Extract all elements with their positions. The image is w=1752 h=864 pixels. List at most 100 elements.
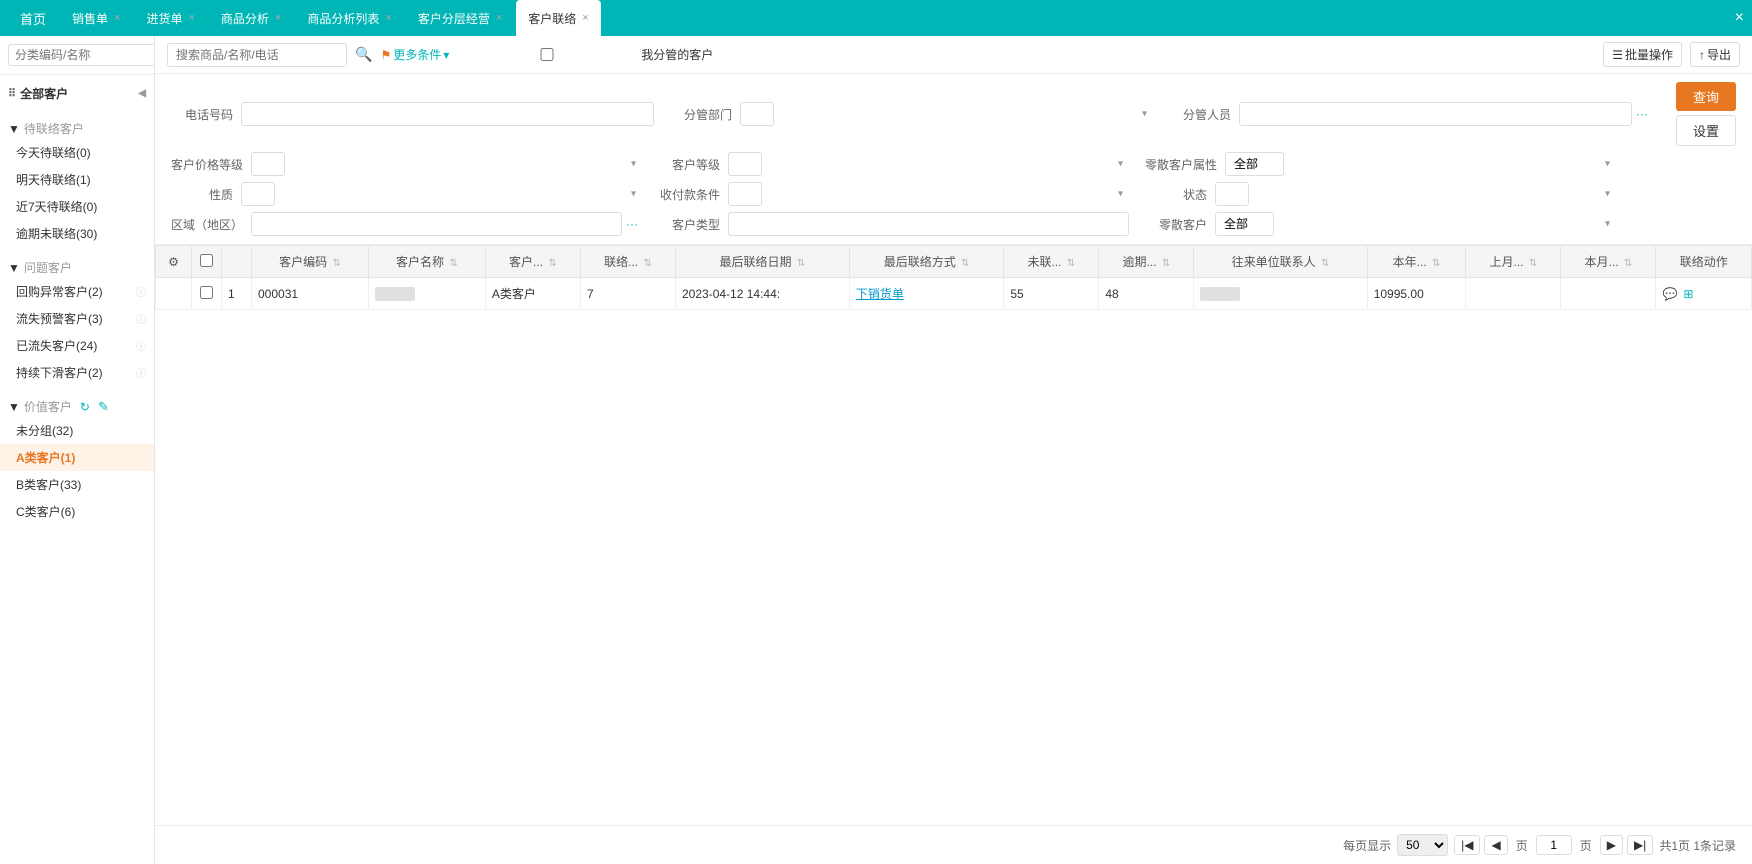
close-customer-layering-tab[interactable]: × [496, 12, 502, 24]
row-checkbox-cell[interactable] [192, 278, 222, 310]
region-input[interactable] [251, 212, 622, 236]
nav-purchase[interactable]: 进货单 × [134, 0, 206, 36]
col-last-method[interactable]: 最后联络方式 ⇅ [849, 246, 1004, 278]
last-method-link[interactable]: 下销货单 [856, 287, 904, 301]
row-last-method[interactable]: 下销货单 [849, 278, 1004, 310]
export-button[interactable]: ↑ 导出 [1690, 42, 1740, 67]
customer-type-input[interactable] [728, 212, 1129, 236]
nav-product-analysis[interactable]: 商品分析 × [209, 0, 293, 36]
my-customer-checkbox-label[interactable]: 我分管的客户 [457, 46, 713, 63]
contact-person-blurred: RE . [1200, 287, 1240, 301]
query-button[interactable]: 查询 [1676, 82, 1736, 111]
col-year-amount[interactable]: 本年... ⇅ [1367, 246, 1466, 278]
close-customer-contact-tab[interactable]: × [582, 12, 588, 24]
my-customer-checkbox[interactable] [457, 48, 637, 61]
first-page-button[interactable]: |◀ [1454, 835, 1480, 855]
sidebar-item-today-pending[interactable]: 今天待联络(0) [0, 139, 154, 166]
col-checkbox[interactable] [192, 246, 222, 278]
customer-level-select[interactable] [728, 152, 762, 176]
select-all-checkbox[interactable] [200, 254, 213, 267]
col-customer-name[interactable]: 客户名称 ⇅ [368, 246, 485, 278]
sidebar-item-tomorrow-pending[interactable]: 明天待联络(1) [0, 166, 154, 193]
manager-ellipsis[interactable]: ··· [1632, 107, 1652, 121]
phone-input[interactable] [241, 102, 654, 126]
batch-op-button[interactable]: ☰ 批量操作 [1603, 42, 1682, 67]
info-icon-3: ⓘ [136, 365, 146, 380]
row-checkbox[interactable] [200, 286, 213, 299]
edit-value-group[interactable]: ✎ [98, 399, 109, 415]
region-ellipsis[interactable]: ··· [622, 217, 642, 231]
col-overdue[interactable]: 逾期... ⇅ [1099, 246, 1194, 278]
chat-icon[interactable]: 💬 [1662, 287, 1677, 301]
sidebar-item-a-class[interactable]: A类客户(1) [0, 444, 154, 471]
close-all-tabs[interactable]: × [1735, 9, 1744, 27]
sidebar-item-churn-warning[interactable]: 流失预警客户(3) ⓘ [0, 305, 154, 332]
problem-group-title[interactable]: ▼ 问题客户 [0, 255, 154, 278]
grid-action-icon[interactable]: ⊞ [1683, 287, 1693, 301]
customer-level-label: 客户等级 [658, 156, 728, 173]
sort-icon-last-date: ⇅ [797, 258, 805, 269]
price-level-cell: 客户价格等级 [171, 152, 642, 176]
per-page-select[interactable]: 50 100 200 [1397, 834, 1448, 856]
col-last-date[interactable]: 最后联络日期 ⇅ [676, 246, 850, 278]
more-conditions-button[interactable]: ⚑ 更多条件 ▾ [380, 46, 449, 63]
nature-select[interactable] [241, 182, 275, 206]
sidebar-item-b-class[interactable]: B类客户(33) [0, 471, 154, 498]
page-number-input[interactable] [1536, 835, 1572, 855]
row-code: 000031 [252, 278, 369, 310]
page-navigation: |◀ ◀ 页 页 ▶ ▶| [1454, 835, 1653, 855]
col-contact-count[interactable]: 联络... ⇅ [580, 246, 675, 278]
col-this-month[interactable]: 本月... ⇅ [1561, 246, 1656, 278]
col-contact-person[interactable]: 往来单位联系人 ⇅ [1194, 246, 1367, 278]
sort-icon-last-month: ⇅ [1529, 258, 1537, 269]
nav-product-analysis-list[interactable]: 商品分析列表 × [295, 0, 403, 36]
search-input[interactable] [167, 43, 347, 67]
setting-button[interactable]: 设置 [1676, 115, 1736, 146]
dept-select[interactable] [740, 102, 774, 126]
sidebar-all-customers-title[interactable]: ⠿ 全部客户 ◀ [0, 79, 154, 108]
refresh-value-group[interactable]: ↻ [80, 400, 90, 414]
sort-icon-code: ⇅ [332, 258, 340, 269]
next-page-button[interactable]: ▶ [1600, 835, 1623, 855]
manager-input[interactable] [1239, 102, 1632, 126]
sidebar-item-c-class[interactable]: C类客户(6) [0, 498, 154, 525]
row-overdue: 48 [1099, 278, 1194, 310]
nav-sales[interactable]: 销售单 × [60, 0, 132, 36]
nav-customer-contact[interactable]: 客户联络 × [516, 0, 600, 36]
close-sales-tab[interactable]: × [114, 12, 120, 24]
payment-label: 收付款条件 [658, 186, 728, 203]
sidebar-item-churned[interactable]: 已流失客户(24) ⓘ [0, 332, 154, 359]
col-level[interactable]: 客户... ⇅ [485, 246, 580, 278]
prev-page-button[interactable]: ◀ [1484, 835, 1507, 855]
value-group-title[interactable]: ▼ 价值客户 ↻ ✎ [0, 394, 154, 417]
sidebar-item-declining[interactable]: 持续下滑客户(2) ⓘ [0, 359, 154, 386]
table-wrapper: ⚙ 客户编码 ⇅ 客户名称 ⇅ [155, 245, 1752, 825]
pending-group-title[interactable]: ▼ 待联络客户 [0, 116, 154, 139]
col-not-contact[interactable]: 未联... ⇅ [1004, 246, 1099, 278]
nav-home[interactable]: 首页 [8, 0, 58, 36]
close-product-analysis-list-tab[interactable]: × [385, 12, 391, 24]
sidebar-item-ungrouped[interactable]: 未分组(32) [0, 417, 154, 444]
close-purchase-tab[interactable]: × [188, 12, 194, 24]
retail-customer-select[interactable]: 全部 [1215, 212, 1274, 236]
nav-customer-layering[interactable]: 客户分层经营 × [406, 0, 514, 36]
retail-attr-select[interactable]: 全部 [1225, 152, 1284, 176]
export-icon: ↑ [1699, 48, 1705, 62]
row-contact-count: 7 [580, 278, 675, 310]
sidebar-search-input[interactable] [8, 44, 155, 66]
col-settings[interactable]: ⚙ [156, 246, 192, 278]
manager-label: 分管人员 [1169, 106, 1239, 123]
sidebar-item-7day-pending[interactable]: 近7天待联络(0) [0, 193, 154, 220]
payment-select[interactable] [728, 182, 762, 206]
last-page-button[interactable]: ▶| [1627, 835, 1653, 855]
status-select[interactable] [1215, 182, 1249, 206]
col-last-month[interactable]: 上月... ⇅ [1466, 246, 1561, 278]
col-customer-code[interactable]: 客户编码 ⇅ [252, 246, 369, 278]
sidebar-item-abnormal-repurchase[interactable]: 回购异常客户(2) ⓘ [0, 278, 154, 305]
close-product-analysis-tab[interactable]: × [275, 12, 281, 24]
price-level-select[interactable] [251, 152, 285, 176]
sidebar-item-overdue-pending[interactable]: 逾期未联络(30) [0, 220, 154, 247]
sort-icon-contact: ⇅ [643, 258, 651, 269]
payment-cell: 收付款条件 [658, 182, 1129, 206]
search-button[interactable]: 🔍 [355, 46, 372, 63]
